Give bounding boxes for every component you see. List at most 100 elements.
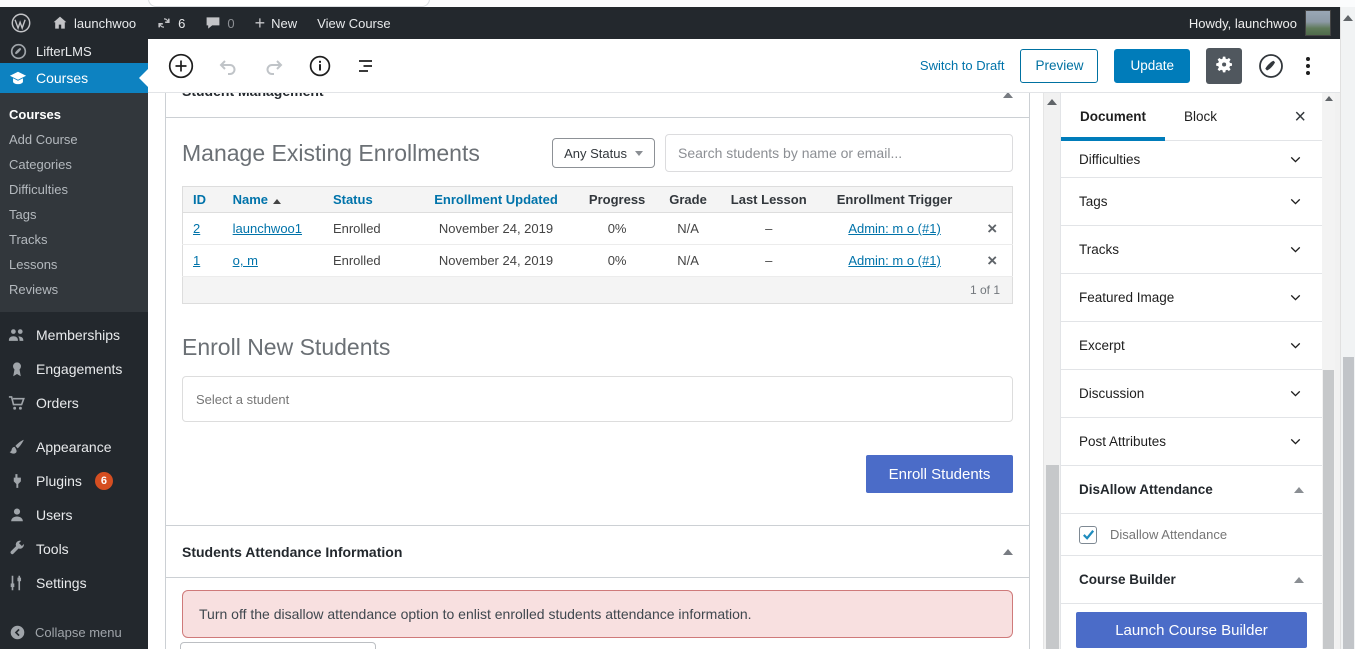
update-button[interactable]: Update <box>1114 48 1190 83</box>
sidebar-item-users[interactable]: Users <box>0 498 148 532</box>
howdy-text[interactable]: Howdy, launchwoo <box>1189 16 1297 31</box>
block-navigation-button[interactable] <box>354 54 378 78</box>
col-progress: Progress <box>578 186 656 213</box>
col-enrollment-updated[interactable]: Enrollment Updated <box>413 186 579 213</box>
panel-tracks[interactable]: Tracks <box>1061 226 1322 274</box>
remove-enrollment-icon[interactable]: × <box>987 219 997 238</box>
chevron-down-icon <box>1287 193 1304 210</box>
student-id-link[interactable]: 1 <box>193 253 200 268</box>
student-name-link[interactable]: launchwoo1 <box>233 221 302 236</box>
more-options-kebab-button[interactable] <box>1300 53 1316 79</box>
panel-post-attributes[interactable]: Post Attributes <box>1061 418 1322 466</box>
new-content-menu[interactable]: + New <box>245 7 308 39</box>
panel-excerpt[interactable]: Excerpt <box>1061 322 1322 370</box>
select-student-input[interactable] <box>182 376 1013 422</box>
disallow-attendance-checkbox[interactable] <box>1079 525 1097 544</box>
user-icon <box>7 506 27 524</box>
content-structure-button[interactable] <box>308 54 332 78</box>
sidebar-item-tools[interactable]: Tools <box>0 532 148 566</box>
sidebar-item-settings[interactable]: Settings <box>0 566 148 600</box>
menu-separator <box>0 420 148 430</box>
sidebar-item-appearance[interactable]: Appearance <box>0 430 148 464</box>
student-management-metabox: Student Management Manage Existing Enrol… <box>165 93 1030 596</box>
disallow-attendance-label: Disallow Attendance <box>1110 527 1228 542</box>
submenu-item-tracks[interactable]: Tracks <box>0 227 148 252</box>
grade-cell: N/A <box>655 212 721 245</box>
scrollbar-thumb[interactable] <box>1343 357 1354 649</box>
sidebar-item-courses[interactable]: Courses <box>0 63 148 93</box>
settings-gear-button[interactable] <box>1206 47 1242 84</box>
updates-count: 6 <box>178 15 186 31</box>
preview-button[interactable]: Preview <box>1020 48 1099 83</box>
remove-enrollment-icon[interactable]: × <box>987 251 997 270</box>
switch-to-draft-link[interactable]: Switch to Draft <box>920 58 1005 73</box>
panel-difficulties[interactable]: Difficulties <box>1061 141 1322 178</box>
scroll-up-arrow[interactable] <box>1324 96 1333 101</box>
table-pagination: 1 of 1 <box>182 277 1013 304</box>
close-sidebar-icon[interactable]: × <box>1294 105 1306 129</box>
plugins-update-badge: 6 <box>94 472 113 490</box>
panel-label: Difficulties <box>1079 151 1141 167</box>
view-course-menu[interactable]: View Course <box>307 7 400 39</box>
submenu-item-courses[interactable]: Courses <box>0 102 148 127</box>
undo-button[interactable] <box>216 54 240 78</box>
col-grade: Grade <box>655 186 721 213</box>
gear-icon <box>1215 55 1234 77</box>
scroll-up-arrow[interactable] <box>1343 15 1353 21</box>
submenu-item-reviews[interactable]: Reviews <box>0 277 148 302</box>
student-search-input[interactable] <box>665 134 1013 172</box>
browser-scrollbar <box>1340 7 1355 649</box>
panel-course-builder[interactable]: Course Builder <box>1061 556 1322 604</box>
col-name[interactable]: Name <box>222 186 323 213</box>
tab-document[interactable]: Document <box>1061 93 1166 141</box>
panel-tags[interactable]: Tags <box>1061 178 1322 226</box>
graduation-cap-icon <box>8 69 28 87</box>
scrollbar-thumb[interactable] <box>1323 370 1334 649</box>
enrollment-trigger-link[interactable]: Admin: m o (#1) <box>848 253 940 268</box>
block-inserter-button[interactable] <box>168 53 194 79</box>
student-name-link[interactable]: o, m <box>233 253 258 268</box>
col-status[interactable]: Status <box>322 186 414 213</box>
site-name-menu[interactable]: launchwoo <box>42 7 146 39</box>
submenu-item-difficulties[interactable]: Difficulties <box>0 177 148 202</box>
panel-discussion[interactable]: Discussion <box>1061 370 1322 418</box>
avatar[interactable] <box>1305 10 1331 36</box>
browser-chrome-strip <box>0 0 1355 7</box>
status-filter-dropdown[interactable]: Any Status <box>552 138 655 168</box>
sidebar-item-orders[interactable]: Orders <box>0 386 148 420</box>
scroll-up-arrow[interactable] <box>1047 99 1057 105</box>
submenu-item-categories[interactable]: Categories <box>0 152 148 177</box>
enroll-students-button[interactable]: Enroll Students <box>866 455 1013 493</box>
sidebar-item-engagements[interactable]: Engagements <box>0 352 148 386</box>
launch-course-builder-button[interactable]: Launch Course Builder <box>1076 612 1307 648</box>
scrollbar-thumb[interactable] <box>1046 465 1059 649</box>
enrollment-trigger-link[interactable]: Admin: m o (#1) <box>848 221 940 236</box>
submenu-item-tags[interactable]: Tags <box>0 202 148 227</box>
plugins-label: Plugins <box>36 473 82 489</box>
manage-enrollments-heading: Manage Existing Enrollments <box>182 139 480 166</box>
metabox-toggle-icon[interactable] <box>1003 93 1013 98</box>
sidebar-item-plugins[interactable]: Plugins 6 <box>0 464 148 498</box>
lifterlms-sidebar-icon[interactable] <box>1258 53 1284 79</box>
metabox-toggle-icon[interactable] <box>1003 549 1013 555</box>
table-header-row: ID Name Status Enrollment Updated Progre… <box>182 186 1013 213</box>
updates-menu[interactable]: 6 <box>146 7 195 39</box>
tab-block[interactable]: Block <box>1165 93 1236 140</box>
submenu-item-add-course[interactable]: Add Course <box>0 127 148 152</box>
engagements-label: Engagements <box>36 361 123 377</box>
student-id-link[interactable]: 2 <box>193 221 200 236</box>
panel-featured-image[interactable]: Featured Image <box>1061 274 1322 322</box>
cart-icon <box>7 394 27 412</box>
attendance-title: Students Attendance Information <box>182 544 403 560</box>
student-management-title: Student Management <box>182 93 1013 100</box>
sidebar-item-memberships[interactable]: Memberships <box>0 318 148 352</box>
lifterlms-icon <box>8 43 28 60</box>
redo-button[interactable] <box>262 54 286 78</box>
collapse-menu-button[interactable]: Collapse menu <box>0 617 129 647</box>
comments-menu[interactable]: 0 <box>195 7 244 39</box>
sidebar-item-lifterlms[interactable]: LifterLMS <box>0 39 148 63</box>
wordpress-logo-menu[interactable] <box>0 7 42 39</box>
panel-disallow-attendance[interactable]: DisAllow Attendance <box>1061 466 1322 514</box>
col-id[interactable]: ID <box>182 186 223 213</box>
submenu-item-lessons[interactable]: Lessons <box>0 252 148 277</box>
